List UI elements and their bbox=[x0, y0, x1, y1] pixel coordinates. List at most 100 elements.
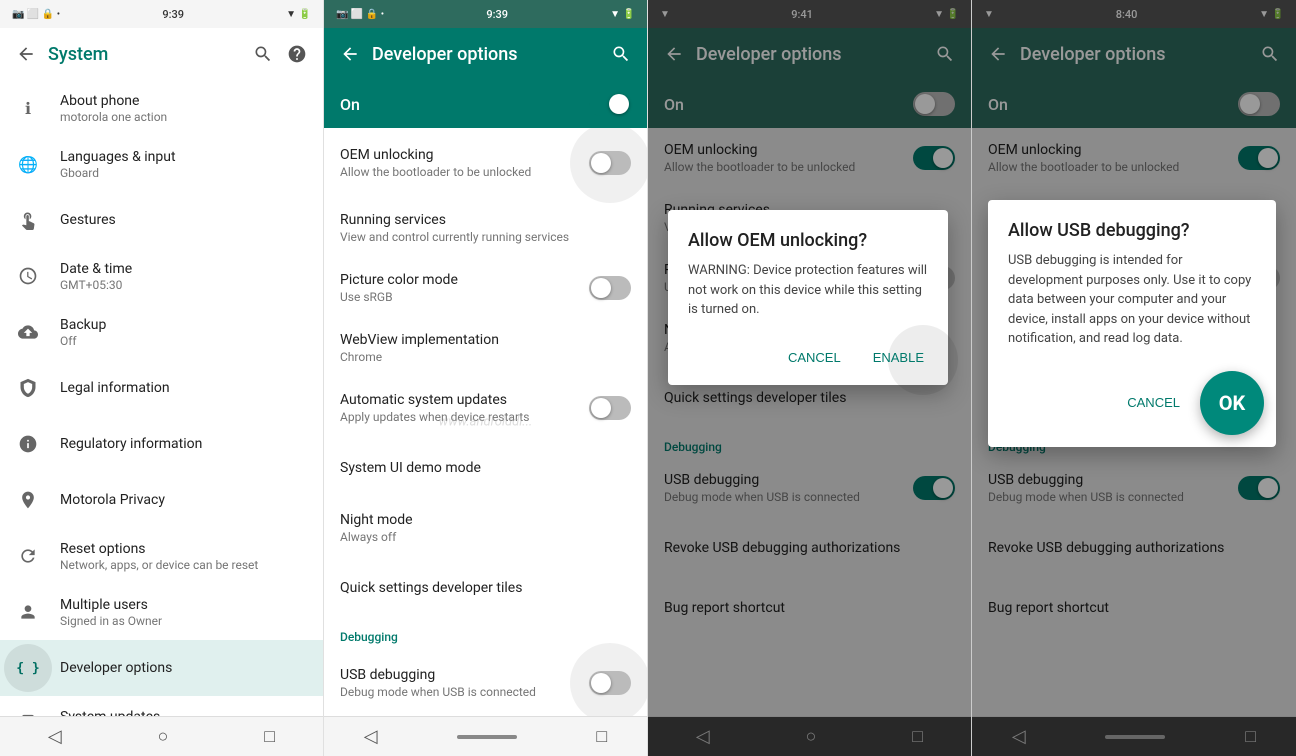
status-icons-right-right1: ▼ 🔋 bbox=[934, 9, 959, 20]
back-nav-r2[interactable]: ◁ bbox=[1012, 726, 1026, 747]
sidebar-item-legal[interactable]: Legal information bbox=[0, 360, 323, 416]
picture-color-label: Picture color mode bbox=[340, 272, 589, 288]
back-icon-middle[interactable] bbox=[338, 42, 362, 66]
on-header-right1: On bbox=[648, 80, 971, 128]
on-toggle-middle[interactable] bbox=[589, 92, 631, 116]
bug-report-r1[interactable]: Bug report shortcut bbox=[648, 578, 971, 638]
status-time-right1: 9:41 bbox=[791, 8, 813, 21]
oem-label-r1: OEM unlocking bbox=[664, 142, 913, 158]
usb-cancel-btn[interactable]: Cancel bbox=[1115, 387, 1192, 418]
recents-nav-btn[interactable]: □ bbox=[264, 726, 275, 747]
oem-toggle-r2[interactable] bbox=[1238, 146, 1280, 170]
middle-panel: 📷 ⬜ 🔒 • 9:39 ▼ 🔋 Developer options On ww… bbox=[324, 0, 648, 756]
on-label-right2: On bbox=[988, 95, 1238, 114]
usb-debugging-toggle[interactable] bbox=[589, 671, 631, 695]
back-nav-btn-middle[interactable]: ◁ bbox=[364, 726, 378, 747]
sidebar-item-gestures[interactable]: Gestures bbox=[0, 192, 323, 248]
revoke-r2[interactable]: Revoke USB debugging authorizations bbox=[972, 518, 1296, 578]
on-label-right1: On bbox=[664, 95, 913, 114]
usb-debugging-r2[interactable]: USB debugging Debug mode when USB is con… bbox=[972, 458, 1296, 518]
recents-nav-btn-middle[interactable]: □ bbox=[596, 726, 607, 747]
search-icon[interactable] bbox=[251, 42, 275, 66]
usb-toggle-r1[interactable] bbox=[913, 476, 955, 500]
usb-toggle-r2[interactable] bbox=[1238, 476, 1280, 500]
auto-updates-item[interactable]: Automatic system updates Apply updates w… bbox=[324, 378, 647, 438]
oem-enable-btn[interactable]: Enable bbox=[861, 342, 936, 373]
app-bar-left: System bbox=[0, 28, 323, 80]
back-nav-btn[interactable]: ◁ bbox=[48, 726, 62, 747]
oem-unlocking-item[interactable]: OEM unlocking Allow the bootloader to be… bbox=[324, 128, 647, 198]
bug-report-r2[interactable]: Bug report shortcut bbox=[972, 578, 1296, 638]
oem-item-r1[interactable]: OEM unlocking Allow the bootloader to be… bbox=[648, 128, 971, 188]
backup-icon bbox=[16, 320, 40, 344]
sidebar-item-backup[interactable]: Backup Off bbox=[0, 304, 323, 360]
usb-debugging-sub: Debug mode when USB is connected bbox=[340, 685, 589, 699]
back-icon-right1[interactable] bbox=[662, 42, 686, 66]
app-title-middle: Developer options bbox=[372, 44, 599, 65]
info-icon: ℹ bbox=[16, 96, 40, 120]
status-bar-left: 📷 ⬜ 🔒 • 9:39 ▼ 🔋 bbox=[0, 0, 323, 28]
quick-settings-tiles-item[interactable]: Quick settings developer tiles bbox=[324, 558, 647, 618]
sidebar-item-system-updates[interactable]: System updates Updated to Android 9 bbox=[0, 696, 323, 716]
night-mode-item[interactable]: Night mode Always off bbox=[324, 498, 647, 558]
oem-sub-r1: Allow the bootloader to be unlocked bbox=[664, 160, 913, 174]
sidebar-item-languages[interactable]: 🌐 Languages & input Gboard bbox=[0, 136, 323, 192]
clock-icon bbox=[16, 264, 40, 288]
revoke-r1[interactable]: Revoke USB debugging authorizations bbox=[648, 518, 971, 578]
home-nav-r1[interactable]: ○ bbox=[806, 726, 817, 747]
gestures-icon bbox=[16, 208, 40, 232]
sidebar-item-reset-options[interactable]: Reset options Network, apps, or device c… bbox=[0, 528, 323, 584]
search-icon-right2[interactable] bbox=[1258, 42, 1282, 66]
on-toggle-right1[interactable] bbox=[913, 92, 955, 116]
date-time-sub: GMT+05:30 bbox=[60, 278, 132, 292]
app-bar-middle: Developer options bbox=[324, 28, 647, 80]
reset-icon bbox=[16, 544, 40, 568]
bottom-nav-left: ◁ ○ □ bbox=[0, 716, 323, 756]
status-icons-right: ▼ 🔋 bbox=[286, 9, 311, 20]
reset-sub: Network, apps, or device can be reset bbox=[60, 558, 258, 572]
sidebar-item-date-time[interactable]: Date & time GMT+05:30 bbox=[0, 248, 323, 304]
regulatory-icon bbox=[16, 432, 40, 456]
toggle-thumb-on bbox=[609, 94, 629, 114]
webview-item[interactable]: WebView implementation Chrome bbox=[324, 318, 647, 378]
recents-nav-r2[interactable]: □ bbox=[1245, 726, 1256, 747]
status-time-right2: 8:40 bbox=[1116, 8, 1138, 21]
oem-cancel-btn[interactable]: Cancel bbox=[776, 342, 853, 373]
on-toggle-right2[interactable] bbox=[1238, 92, 1280, 116]
system-ui-demo-label: System UI demo mode bbox=[340, 460, 631, 476]
sidebar-item-about-phone[interactable]: ℹ About phone motorola one action bbox=[0, 80, 323, 136]
sidebar-item-developer-options[interactable]: { } Developer options bbox=[0, 640, 323, 696]
sidebar-item-regulatory[interactable]: Regulatory information bbox=[0, 416, 323, 472]
sidebar-item-multiple-users[interactable]: Multiple users Signed in as Owner bbox=[0, 584, 323, 640]
sidebar-item-motorola-privacy[interactable]: Motorola Privacy bbox=[0, 472, 323, 528]
back-nav-r1[interactable]: ◁ bbox=[696, 726, 710, 747]
quick-settings-label: Quick settings developer tiles bbox=[340, 580, 631, 596]
picture-color-toggle[interactable] bbox=[589, 276, 631, 300]
search-icon-right1[interactable] bbox=[933, 42, 957, 66]
system-updates-label: System updates bbox=[60, 709, 173, 717]
back-icon-right2[interactable] bbox=[986, 42, 1010, 66]
back-icon[interactable] bbox=[14, 42, 38, 66]
running-services-sub: View and control currently running servi… bbox=[340, 230, 631, 244]
developer-options-label: Developer options bbox=[60, 660, 172, 676]
ok-circle-btn[interactable]: OK bbox=[1200, 371, 1264, 435]
home-nav-btn[interactable]: ○ bbox=[158, 726, 169, 747]
app-title-right1: Developer options bbox=[696, 44, 923, 65]
gestures-label: Gestures bbox=[60, 212, 116, 228]
oem-item-r2[interactable]: OEM unlocking Allow the bootloader to be… bbox=[972, 128, 1296, 188]
system-ui-demo-item[interactable]: System UI demo mode bbox=[324, 438, 647, 498]
status-icons-left-right1: ▼ bbox=[660, 9, 670, 20]
recents-nav-r1[interactable]: □ bbox=[912, 726, 923, 747]
running-services-item[interactable]: Running services View and control curren… bbox=[324, 198, 647, 258]
auto-updates-toggle[interactable] bbox=[589, 396, 631, 420]
oem-toggle[interactable] bbox=[589, 151, 631, 175]
picture-color-item[interactable]: Picture color mode Use sRGB bbox=[324, 258, 647, 318]
search-icon-middle[interactable] bbox=[609, 42, 633, 66]
usb-debugging-r1[interactable]: USB debugging Debug mode when USB is con… bbox=[648, 458, 971, 518]
backup-label: Backup bbox=[60, 317, 106, 333]
oem-toggle-r1[interactable] bbox=[913, 146, 955, 170]
languages-sub: Gboard bbox=[60, 166, 176, 180]
help-icon[interactable] bbox=[285, 42, 309, 66]
usb-debugging-item[interactable]: USB debugging Debug mode when USB is con… bbox=[324, 648, 647, 716]
picture-color-sub: Use sRGB bbox=[340, 290, 589, 304]
